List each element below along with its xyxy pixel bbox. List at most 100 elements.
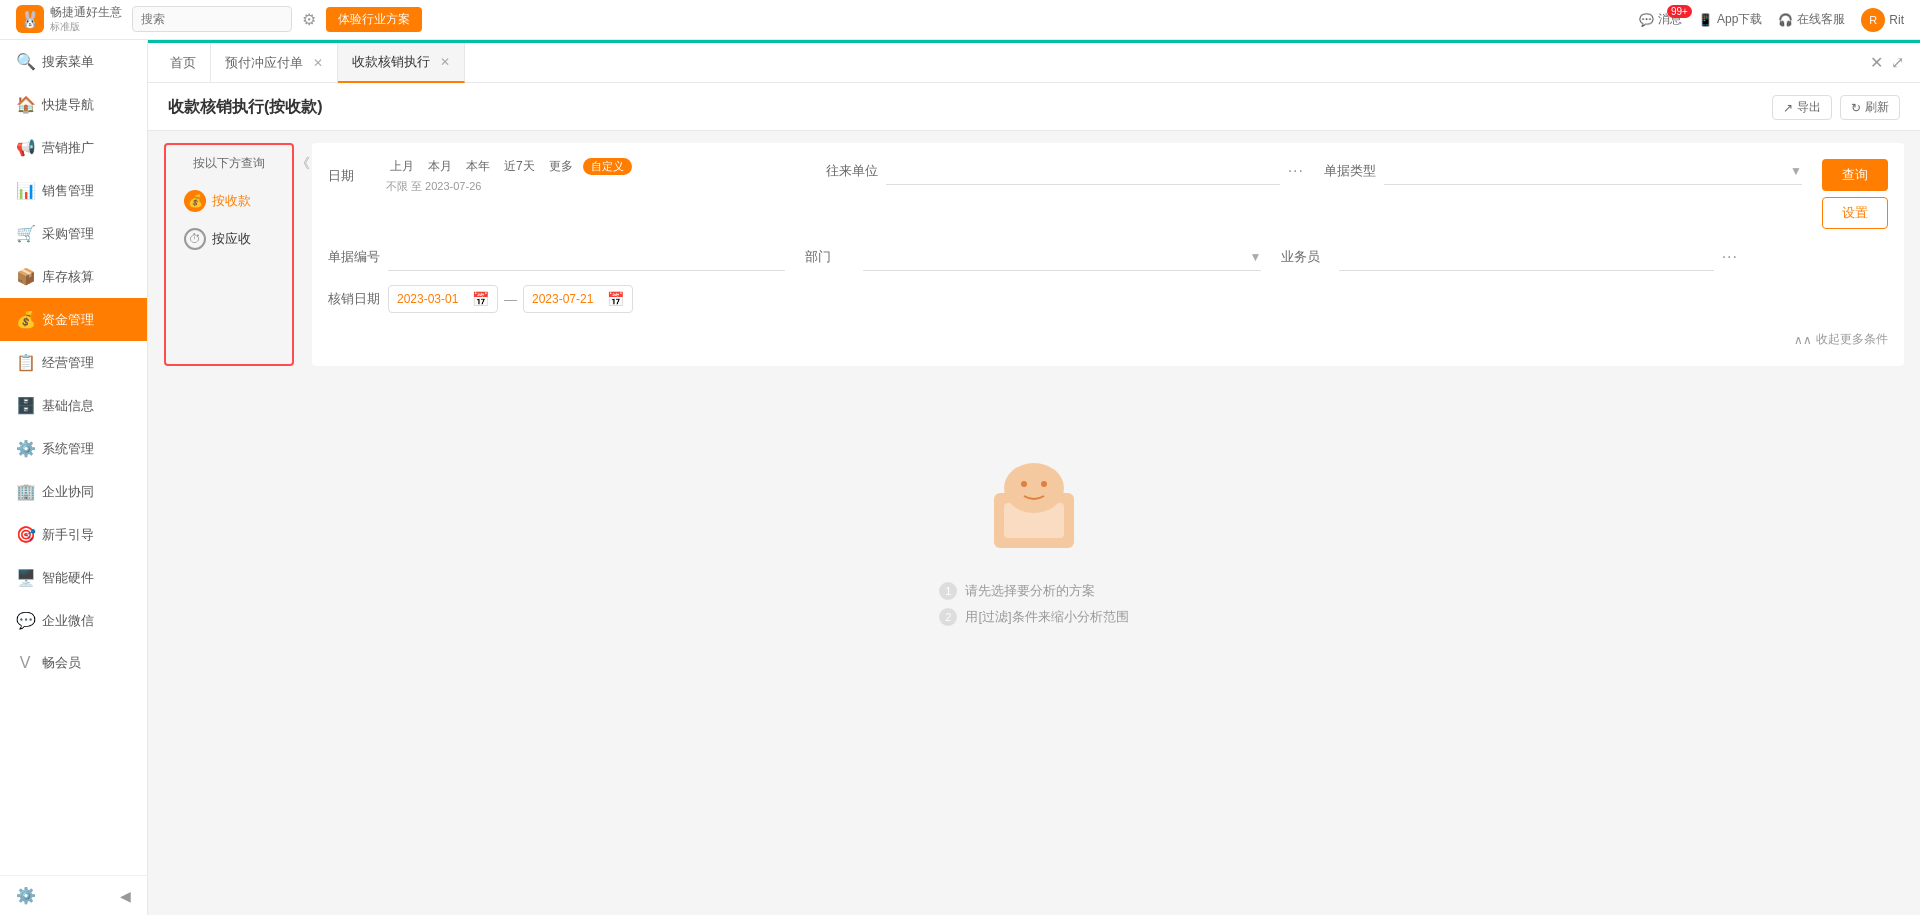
purchase-icon: 🛒 — [16, 224, 34, 243]
svg-point-2 — [1004, 463, 1064, 513]
sidebar-item-member[interactable]: V 畅会员 — [0, 642, 147, 684]
tab-actions: ✕ ⤢ — [1870, 53, 1912, 72]
verify-date-range: 2023-03-01 📅 — 2023-07-21 📅 — [388, 285, 633, 313]
gear-icon[interactable]: ⚙ — [302, 10, 316, 29]
tab-home[interactable]: 首页 — [156, 43, 211, 83]
salesperson-input[interactable] — [1339, 250, 1713, 264]
svg-point-4 — [1041, 481, 1047, 487]
member-icon: V — [16, 654, 34, 672]
filter-salesperson-field: 业务员 ··· — [1281, 243, 1738, 271]
filter-doctype-field: 单据类型 ▼ — [1324, 157, 1802, 185]
brand-logo: 🐰 — [16, 5, 44, 33]
basic-icon: 🗄️ — [16, 396, 34, 415]
filter-option-by-collection[interactable]: 💰 按收款 — [174, 182, 284, 220]
verify-date-end-input[interactable]: 2023-07-21 📅 — [523, 285, 633, 313]
chevron-left-icon: 《 — [296, 155, 310, 173]
app-download-button[interactable]: 📱 App下载 — [1698, 11, 1762, 28]
tab-collection[interactable]: 收款核销执行 ✕ — [338, 43, 465, 83]
guide-icon: 🎯 — [16, 525, 34, 544]
verify-date-start-input[interactable]: 2023-03-01 📅 — [388, 285, 498, 313]
sidebar-item-hardware[interactable]: 🖥️ 智能硬件 — [0, 556, 147, 599]
sidebar-item-marketing[interactable]: 📢 营销推广 — [0, 126, 147, 169]
sidebar-item-system[interactable]: ⚙️ 系统管理 — [0, 427, 147, 470]
tab-close-collection[interactable]: ✕ — [440, 55, 450, 69]
setting-button[interactable]: 设置 — [1822, 197, 1888, 229]
tab-expand-icon[interactable]: ⤢ — [1891, 53, 1904, 72]
solution-button[interactable]: 体验行业方案 — [326, 7, 422, 32]
date-custom-badge[interactable]: 自定义 — [583, 158, 632, 175]
sidebar-item-search[interactable]: 🔍 搜索菜单 — [0, 40, 147, 83]
dept-label: 部门 — [805, 248, 855, 266]
collection-icon: 💰 — [184, 190, 206, 212]
sidebar-item-enterprise[interactable]: 🏢 企业协同 — [0, 470, 147, 513]
sidebar-item-sales[interactable]: 📊 销售管理 — [0, 169, 147, 212]
date-quick-links: 上月 本月 本年 近7天 更多 自定义 — [386, 157, 632, 176]
filter-collapse-button[interactable]: 《 — [294, 143, 312, 366]
search-icon: 🔍 — [16, 52, 34, 71]
query-button[interactable]: 查询 — [1822, 159, 1888, 191]
filter-counterpart-field: 往来单位 ··· — [826, 157, 1304, 185]
tab-window-close-icon[interactable]: ✕ — [1870, 53, 1883, 72]
sidebar-item-inventory[interactable]: 📦 库存核算 — [0, 255, 147, 298]
export-icon: ↗ — [1783, 101, 1793, 115]
counterpart-dots[interactable]: ··· — [1288, 162, 1304, 180]
filter-sidebar: 按以下方查询 💰 按收款 ⏱ 按应收 — [164, 143, 294, 366]
sidebar-label-purchase: 采购管理 — [42, 225, 94, 243]
sidebar-item-purchase[interactable]: 🛒 采购管理 — [0, 212, 147, 255]
filter-row-2: 单据编号 部门 ▼ — [328, 243, 1888, 271]
content-area: 首页 预付冲应付单 ✕ 收款核销执行 ✕ ✕ ⤢ 收款核销执行(按收款) — [148, 40, 1920, 915]
empty-step-2: 2 用[过滤]条件来缩小分析范围 — [939, 608, 1128, 626]
user-name: Rit — [1889, 13, 1904, 27]
filter-option-by-receivable[interactable]: ⏱ 按应收 — [174, 220, 284, 258]
filter-action-buttons: 查询 设置 — [1822, 157, 1888, 229]
sidebar-collapse-icon[interactable]: ◀ — [120, 888, 131, 904]
user-menu[interactable]: R Rit — [1861, 8, 1904, 32]
sidebar-item-wechat[interactable]: 💬 企业微信 — [0, 599, 147, 642]
counterpart-input[interactable] — [886, 164, 1280, 178]
filter-row-1: 日期 上月 本月 本年 近7天 更多 自定义 不限 至 — [328, 157, 1888, 229]
sidebar-item-basic[interactable]: 🗄️ 基础信息 — [0, 384, 147, 427]
docno-input[interactable] — [388, 250, 785, 264]
tab-prepay[interactable]: 预付冲应付单 ✕ — [211, 43, 338, 83]
message-button[interactable]: 💬 消息 99+ — [1639, 11, 1682, 28]
filter-sidebar-title: 按以下方查询 — [174, 155, 284, 172]
sidebar-label-enterprise: 企业协同 — [42, 483, 94, 501]
avatar: R — [1861, 8, 1885, 32]
sidebar-item-finance[interactable]: 💰 资金管理 — [0, 298, 147, 341]
sidebar-label-search: 搜索菜单 — [42, 53, 94, 71]
top-bar-right: 💬 消息 99+ 📱 App下载 🎧 在线客服 R Rit — [1639, 8, 1904, 32]
wechat-icon: 💬 — [16, 611, 34, 630]
page-title: 收款核销执行(按收款) — [168, 97, 323, 118]
export-button[interactable]: ↗ 导出 — [1772, 95, 1832, 120]
tab-bar: 首页 预付冲应付单 ✕ 收款核销执行 ✕ ✕ ⤢ — [148, 43, 1920, 83]
collapse-more-button[interactable]: ∧∧ 收起更多条件 — [328, 327, 1888, 352]
salesperson-dots[interactable]: ··· — [1722, 248, 1738, 266]
date-7days[interactable]: 近7天 — [500, 157, 539, 176]
sidebar-label-finance: 资金管理 — [42, 311, 94, 329]
dept-input[interactable] — [863, 250, 1250, 264]
empty-illustration — [974, 458, 1094, 558]
sidebar-item-quick[interactable]: 🏠 快捷导航 — [0, 83, 147, 126]
tab-close-prepay[interactable]: ✕ — [313, 56, 323, 70]
hardware-icon: 🖥️ — [16, 568, 34, 587]
sidebar-item-guide[interactable]: 🎯 新手引导 — [0, 513, 147, 556]
doctype-input[interactable] — [1384, 164, 1790, 178]
marketing-icon: 📢 — [16, 138, 34, 157]
date-this-month[interactable]: 本月 — [424, 157, 456, 176]
empty-step-2-text: 用[过滤]条件来缩小分析范围 — [965, 608, 1128, 626]
date-more[interactable]: 更多 — [545, 157, 577, 176]
refresh-icon: ↻ — [1851, 101, 1861, 115]
date-last-month[interactable]: 上月 — [386, 157, 418, 176]
sidebar-label-inventory: 库存核算 — [42, 268, 94, 286]
refresh-button[interactable]: ↻ 刷新 — [1840, 95, 1900, 120]
page-header-actions: ↗ 导出 ↻ 刷新 — [1772, 95, 1900, 120]
top-search-input[interactable] — [132, 6, 292, 32]
sidebar-item-operations[interactable]: 📋 经营管理 — [0, 341, 147, 384]
sidebar-label-guide: 新手引导 — [42, 526, 94, 544]
sidebar-bottom: ⚙️ ◀ — [0, 875, 147, 915]
online-service-button[interactable]: 🎧 在线客服 — [1778, 11, 1845, 28]
date-this-year[interactable]: 本年 — [462, 157, 494, 176]
brand-name: 畅捷通好生意 — [50, 5, 122, 19]
sidebar-settings-icon[interactable]: ⚙️ — [16, 886, 36, 905]
sidebar-label-wechat: 企业微信 — [42, 612, 94, 630]
